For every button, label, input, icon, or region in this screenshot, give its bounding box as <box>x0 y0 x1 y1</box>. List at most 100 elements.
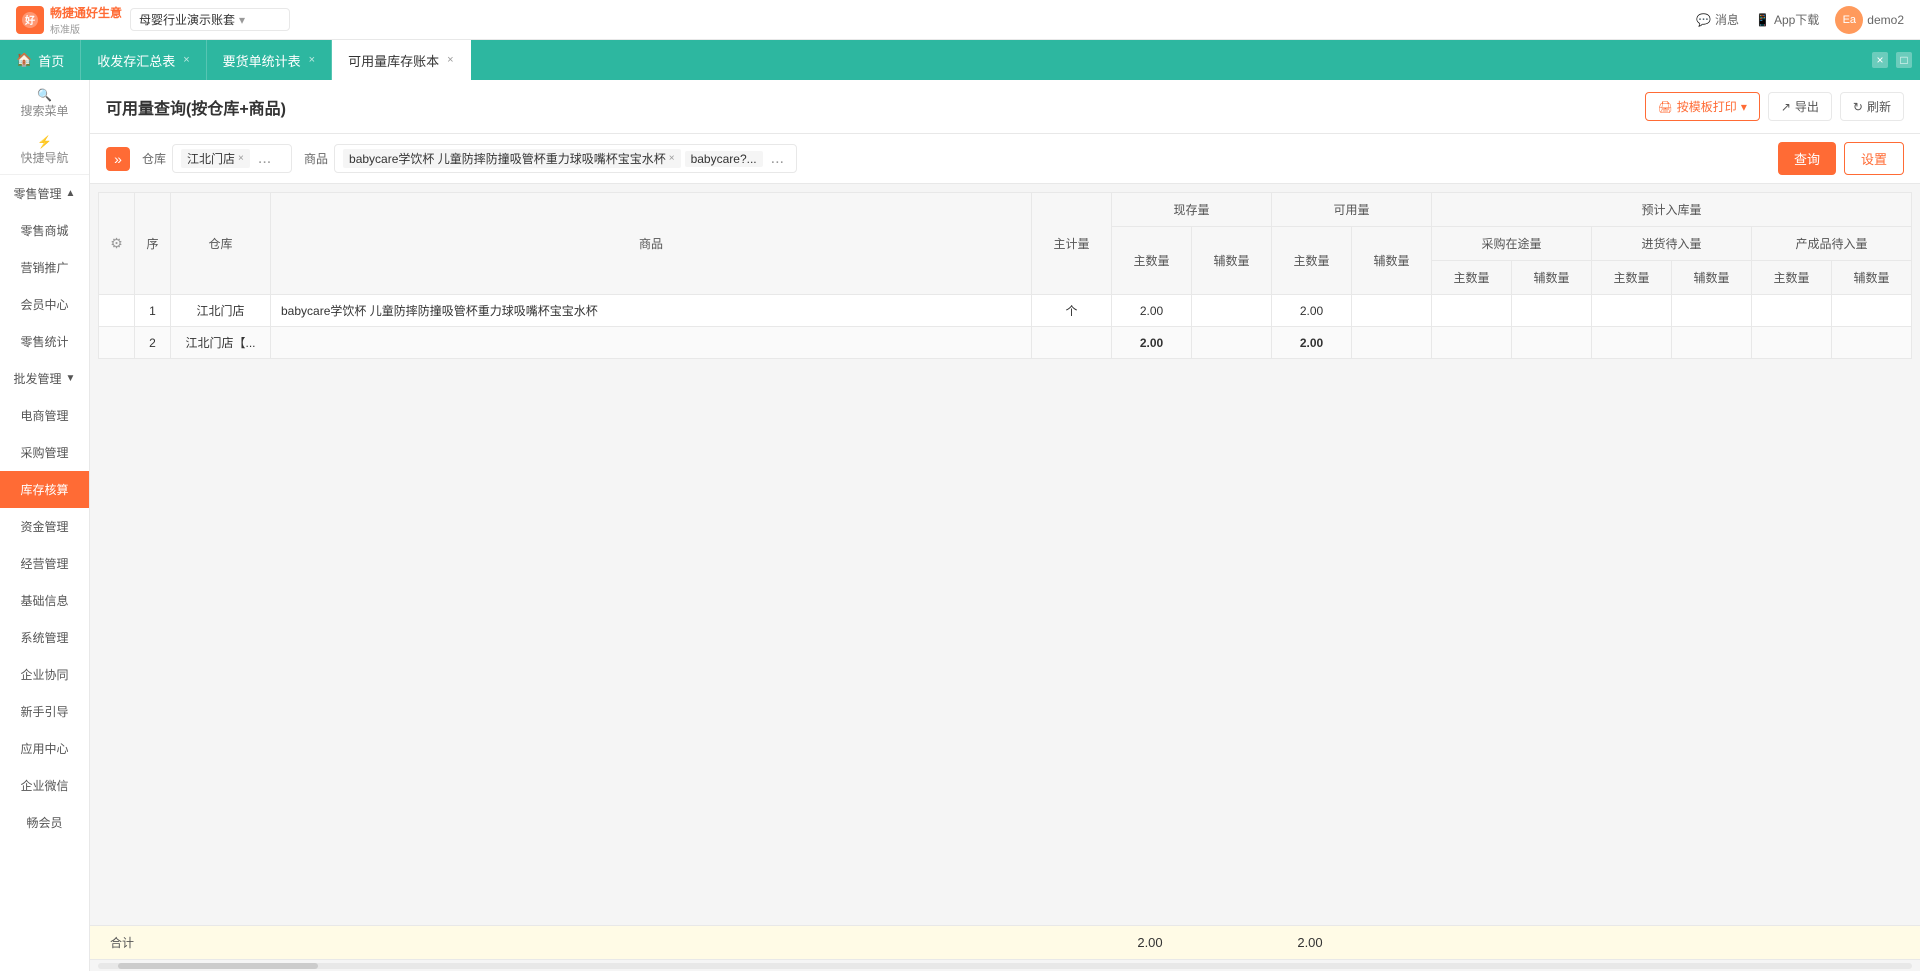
home-icon: 🏠 <box>16 52 32 68</box>
th-purchase-sub: 辅数量 <box>1512 261 1592 295</box>
cell-prod-sub-2 <box>1832 327 1912 359</box>
sidebar-item-retail-mgmt[interactable]: 零售管理 ▲ <box>0 175 89 212</box>
message-btn[interactable]: 💬 消息 <box>1696 11 1739 28</box>
app-download-btn[interactable]: 📱 App下载 <box>1755 11 1819 28</box>
th-incoming-sub: 辅数量 <box>1672 261 1752 295</box>
nav-tabs: 🏠 首页 收发存汇总表 × 要货单统计表 × 可用量库存账本 × × □ <box>0 40 1920 80</box>
sidebar-item-retail-stats[interactable]: 零售统计 <box>0 323 89 360</box>
refresh-btn[interactable]: ↻ 刷新 <box>1840 92 1904 121</box>
data-table: ⚙ 序 仓库 商品 主计量 现存量 可用量 预计入库量 主数量 辅数量 主数量 <box>98 192 1912 359</box>
summary-values: 2.00 2.00 <box>190 935 1910 950</box>
cell-avail-main-1: 2.00 <box>1272 295 1352 327</box>
th-avail-main: 主数量 <box>1272 227 1352 295</box>
sidebar-item-corp-collab[interactable]: 企业协同 <box>0 656 89 693</box>
expand-window-btn[interactable]: □ <box>1896 52 1912 68</box>
summary-avail-main: 2.00 <box>1270 935 1350 950</box>
cell-unit-2 <box>1032 327 1112 359</box>
cell-incoming-sub-2 <box>1672 327 1752 359</box>
th-prod-sub: 辅数量 <box>1832 261 1912 295</box>
summary-p1 <box>1430 935 1510 950</box>
search-menu[interactable]: 🔍 搜索菜单 <box>0 80 89 127</box>
sidebar-item-retail-mall[interactable]: 零售商城 <box>0 212 89 249</box>
sidebar-item-app-center[interactable]: 应用中心 <box>0 730 89 767</box>
summary-stock-sub <box>1190 935 1270 950</box>
filter-actions: 查询 设置 <box>1778 142 1904 175</box>
cell-no-2: 2 <box>135 327 171 359</box>
tab-inventory[interactable]: 可用量库存账本 × <box>332 40 470 80</box>
warehouse-more[interactable]: ... <box>254 150 275 168</box>
cell-avail-main-2: 2.00 <box>1272 327 1352 359</box>
sidebar-item-finance-mgmt[interactable]: 资金管理 <box>0 508 89 545</box>
setting-btn[interactable]: 设置 <box>1844 142 1904 175</box>
cell-prod-main-1 <box>1752 295 1832 327</box>
tab-inventory-close[interactable]: × <box>447 54 453 66</box>
sidebar-item-ecommerce-mgmt[interactable]: 电商管理 <box>0 397 89 434</box>
summary-p4 <box>1670 935 1750 950</box>
cell-stock-sub-1 <box>1192 295 1272 327</box>
table-row: 1 江北门店 babycare学饮杯 儿童防摔防撞吸管杯重力球吸嘴杯宝宝水杯 个… <box>99 295 1912 327</box>
cell-settings-2 <box>99 327 135 359</box>
sidebar-item-marketing[interactable]: 营销推广 <box>0 249 89 286</box>
product-tag-1-close[interactable]: × <box>669 153 675 164</box>
tab-order-stat[interactable]: 要货单统计表 × <box>207 40 332 80</box>
print-btn[interactable]: 🖨 按模板打印 ▾ <box>1645 92 1760 121</box>
th-purchase-main: 主数量 <box>1432 261 1512 295</box>
tab-collect[interactable]: 收发存汇总表 × <box>81 40 206 80</box>
cell-stock-main-2: 2.00 <box>1112 327 1192 359</box>
product-more[interactable]: ... <box>767 150 788 168</box>
th-purchase-transit: 采购在途量 <box>1432 227 1592 261</box>
summary-p5 <box>1750 935 1830 950</box>
th-stock-main: 主数量 <box>1112 227 1192 295</box>
svg-text:好: 好 <box>24 14 35 27</box>
sidebar-item-wholesale-mgmt[interactable]: 批发管理 ▼ <box>0 360 89 397</box>
th-unit: 主计量 <box>1032 193 1112 295</box>
tenant-dropdown-icon: ▾ <box>239 13 245 27</box>
filter-expand-btn[interactable]: » <box>106 147 130 171</box>
table-row: 2 江北门店【... 2.00 2.00 <box>99 327 1912 359</box>
tab-collect-close[interactable]: × <box>183 54 189 66</box>
sidebar-item-sys-mgmt[interactable]: 系统管理 <box>0 619 89 656</box>
summary-p6 <box>1830 935 1910 950</box>
avatar: Ea <box>1835 6 1863 34</box>
warehouse-tag: 江北门店 × <box>181 149 250 168</box>
sidebar-item-chang-member[interactable]: 畅会员 <box>0 804 89 841</box>
warehouse-filter-group: 仓库 江北门店 × ... <box>142 144 292 173</box>
sidebar-item-corp-wechat[interactable]: 企业微信 <box>0 767 89 804</box>
top-bar: 好 畅捷通好生意 标准版 母婴行业演示账套 ▾ 💬 消息 📱 App下载 Ea … <box>0 0 1920 40</box>
scrollbar-track[interactable] <box>98 963 1912 969</box>
page-title: 可用量查询(按仓库+商品) <box>106 95 286 119</box>
scrollbar-thumb[interactable] <box>118 963 318 969</box>
sidebar-item-purchase-mgmt[interactable]: 采购管理 <box>0 434 89 471</box>
window-btns: × □ <box>1864 40 1920 80</box>
close-window-btn[interactable]: × <box>1872 52 1888 68</box>
sidebar-item-new-guide[interactable]: 新手引导 <box>0 693 89 730</box>
cell-stock-sub-2 <box>1192 327 1272 359</box>
export-btn[interactable]: ↗ 导出 <box>1768 92 1832 121</box>
cell-unit-1: 个 <box>1032 295 1112 327</box>
sidebar-item-ops-mgmt[interactable]: 经营管理 <box>0 545 89 582</box>
top-bar-right: 💬 消息 📱 App下载 Ea demo2 <box>1696 6 1904 34</box>
cell-purchase-sub-1 <box>1512 295 1592 327</box>
product-tag-2: babycare?... <box>685 151 763 167</box>
product-input[interactable]: babycare学饮杯 儿童防摔防撞吸管杯重力球吸嘴杯宝宝水杯 × babyca… <box>334 144 797 173</box>
settings-icon[interactable]: ⚙ <box>110 235 123 251</box>
cell-avail-sub-2 <box>1352 327 1432 359</box>
summary-avail-sub <box>1350 935 1430 950</box>
tenant-selector[interactable]: 母婴行业演示账套 ▾ <box>130 8 290 31</box>
quick-nav[interactable]: ⚡ 快捷导航 <box>0 127 89 174</box>
sidebar-item-member-center[interactable]: 会员中心 <box>0 286 89 323</box>
sidebar-item-basic-info[interactable]: 基础信息 <box>0 582 89 619</box>
warehouse-input[interactable]: 江北门店 × ... <box>172 144 292 173</box>
warehouse-tag-close[interactable]: × <box>238 153 244 164</box>
cell-no-1: 1 <box>135 295 171 327</box>
sidebar-item-inventory-check[interactable]: 库存核算 <box>0 471 89 508</box>
tab-home[interactable]: 🏠 首页 <box>0 40 81 80</box>
tab-order-stat-close[interactable]: × <box>309 54 315 66</box>
query-btn[interactable]: 查询 <box>1778 142 1836 175</box>
export-icon: ↗ <box>1781 100 1791 114</box>
cell-stock-main-1: 2.00 <box>1112 295 1192 327</box>
page-header: 可用量查询(按仓库+商品) 🖨 按模板打印 ▾ ↗ 导出 ↻ 刷新 <box>90 80 1920 134</box>
th-avail-sub: 辅数量 <box>1352 227 1432 295</box>
user-area[interactable]: Ea demo2 <box>1835 6 1904 34</box>
th-stock-sub: 辅数量 <box>1192 227 1272 295</box>
